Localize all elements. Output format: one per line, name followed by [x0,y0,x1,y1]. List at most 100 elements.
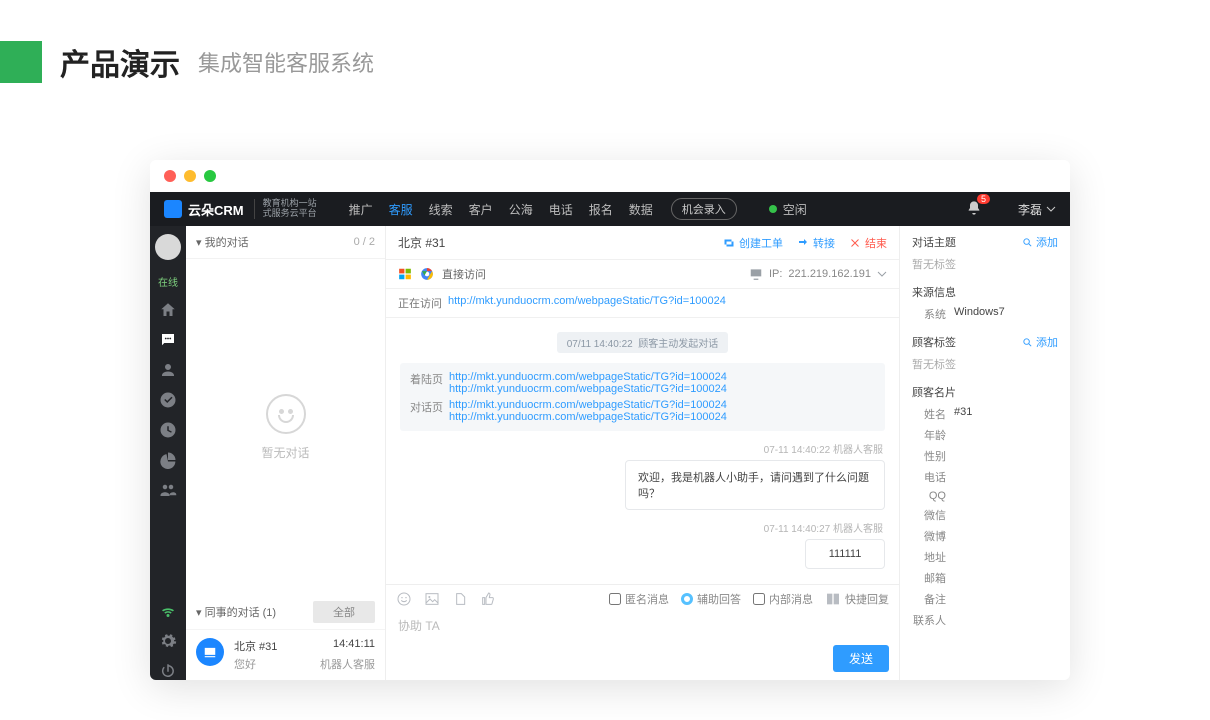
bell-badge: 5 [977,194,990,204]
logo-icon [164,200,182,218]
send-button[interactable]: 发送 [833,645,889,672]
topic-heading: 对话主题 [912,234,956,250]
wifi-icon[interactable] [159,602,177,620]
conversation-column: ▾ 我的对话 0 / 2 暂无对话 ▾ 同事的对话 (1) 全部 北京 [186,226,386,680]
nav-data[interactable]: 数据 [629,201,653,218]
close-window-icon[interactable] [164,170,176,182]
no-tag-text: 暂无标签 [912,256,1058,272]
chevron-down-icon [1046,204,1056,214]
chat-column: 北京 #31 创建工单 转接 结束 [386,226,900,680]
nav-items: 推广 客服 线索 客户 公海 电话 报名 数据 [349,201,653,218]
chevron-down-icon[interactable] [877,269,887,279]
dialog-link[interactable]: http://mkt.yunduocrm.com/webpageStatic/T… [449,399,727,411]
chat-icon[interactable] [159,331,177,349]
chat-input-area: 匿名消息 辅助回答 内部消息 快捷回复 发送 [386,584,899,680]
system-message: 07/11 14:40:22 顾客主动发起对话 [557,332,729,353]
card-field[interactable]: QQ [912,490,1058,502]
image-icon[interactable] [424,591,440,607]
like-icon[interactable] [480,591,496,607]
nav-service[interactable]: 客服 [389,201,413,218]
logo[interactable]: 云朵CRM 教育机构一站式服务云平台 [164,199,317,219]
card-field[interactable]: 微信 [912,507,1058,523]
windows-icon [398,267,412,281]
search-plus-icon [1022,237,1033,248]
card-field[interactable]: 年龄 [912,427,1058,443]
chrome-icon [420,267,434,281]
title-sub: 集成智能客服系统 [198,46,374,78]
clock-icon[interactable] [159,421,177,439]
conversation-item[interactable]: 北京 #3114:41:11 您好机器人客服 [186,629,385,680]
chat-header: 北京 #31 创建工单 转接 结束 [386,226,899,260]
user-menu[interactable]: 李磊 [1018,201,1056,218]
landing-link[interactable]: http://mkt.yunduocrm.com/webpageStatic/T… [449,371,727,383]
anon-checkbox[interactable]: 匿名消息 [609,591,669,607]
nav-customers[interactable]: 客户 [469,201,493,218]
card-field[interactable]: 姓名#31 [912,406,1058,422]
card-field[interactable]: 微博 [912,528,1058,544]
nav-phone[interactable]: 电话 [549,201,573,218]
notifications-button[interactable]: 5 [966,200,982,219]
visiting-row: 正在访问 http://mkt.yunduocrm.com/webpageSta… [386,289,899,318]
peer-conv-header[interactable]: ▾ 同事的对话 (1) 全部 [186,595,385,629]
top-nav: 云朵CRM 教育机构一站式服务云平台 推广 客服 线索 客户 公海 电话 报名 … [150,192,1070,226]
emoji-icon[interactable] [396,591,412,607]
nav-pool[interactable]: 公海 [509,201,533,218]
minimize-window-icon[interactable] [184,170,196,182]
attach-icon[interactable] [452,591,468,607]
chat-title: 北京 #31 [398,234,445,251]
person-icon[interactable] [159,361,177,379]
landing-link[interactable]: http://mkt.yunduocrm.com/webpageStatic/T… [449,383,727,395]
bot-message: 欢迎，我是机器人小助手，请问遇到了什么问题吗？ [625,460,885,510]
end-button[interactable]: 结束 [849,235,887,251]
add-tag-button[interactable]: 添加 [1022,334,1058,350]
source-heading: 来源信息 [912,284,956,300]
card-field[interactable]: 地址 [912,549,1058,565]
opportunity-pill[interactable]: 机会录入 [671,198,737,220]
create-ticket-button[interactable]: 创建工单 [723,235,783,251]
power-icon[interactable] [159,662,177,680]
monitor-icon [749,267,763,281]
dialog-link[interactable]: http://mkt.yunduocrm.com/webpageStatic/T… [449,411,727,423]
chat-scroll[interactable]: 07/11 14:40:22 顾客主动发起对话 着陆页 http://mkt.y… [386,318,899,584]
source-label: 直接访问 [442,266,486,282]
home-icon[interactable] [159,301,177,319]
card-field[interactable]: 备注 [912,591,1058,607]
title-accent-block [0,41,42,83]
internal-checkbox[interactable]: 内部消息 [753,591,813,607]
search-plus-icon [1022,337,1033,348]
visiting-link[interactable]: http://mkt.yunduocrm.com/webpageStatic/T… [448,295,726,311]
add-topic-button[interactable]: 添加 [1022,234,1058,250]
assist-radio[interactable]: 辅助回答 [681,591,741,607]
maximize-window-icon[interactable] [204,170,216,182]
logo-subtext: 教育机构一站式服务云平台 [254,199,317,219]
nav-signup[interactable]: 报名 [589,201,613,218]
gear-icon[interactable] [159,632,177,650]
card-field[interactable]: 性别 [912,448,1058,464]
nav-leads[interactable]: 线索 [429,201,453,218]
app-window: 云朵CRM 教育机构一站式服务云平台 推广 客服 线索 客户 公海 电话 报名 … [150,160,1070,680]
card-field[interactable]: 电话 [912,469,1058,485]
check-circle-icon[interactable] [159,391,177,409]
empty-state: 暂无对话 [186,259,385,595]
smile-icon [266,394,306,434]
title-main: 产品演示 [60,40,180,84]
logo-text: 云朵CRM [188,200,244,219]
filter-all[interactable]: 全部 [313,601,375,623]
my-conv-header[interactable]: ▾ 我的对话 0 / 2 [186,226,385,259]
msg-timestamp: 07-11 14:40:27 机器人客服 [402,520,883,535]
ip-value: 221.219.162.191 [788,268,871,280]
card-field[interactable]: 邮箱 [912,570,1058,586]
transfer-button[interactable]: 转接 [797,235,835,251]
nav-promo[interactable]: 推广 [349,201,373,218]
rail-avatar[interactable] [155,234,181,260]
card-field[interactable]: 联系人 [912,612,1058,628]
people-icon[interactable] [159,481,177,499]
url-info-block: 着陆页 http://mkt.yunduocrm.com/webpageStat… [400,363,885,431]
message-input[interactable] [396,613,889,639]
pie-icon[interactable] [159,451,177,469]
quick-reply-button[interactable]: 快捷回复 [825,591,889,607]
side-rail: 在线 [150,226,186,680]
info-sidebar: 对话主题 添加 暂无标签 来源信息 系统Windows7 顾客标签 [900,226,1070,680]
card-heading: 顾客名片 [912,384,956,400]
status-idle[interactable]: 空闲 [769,201,807,218]
